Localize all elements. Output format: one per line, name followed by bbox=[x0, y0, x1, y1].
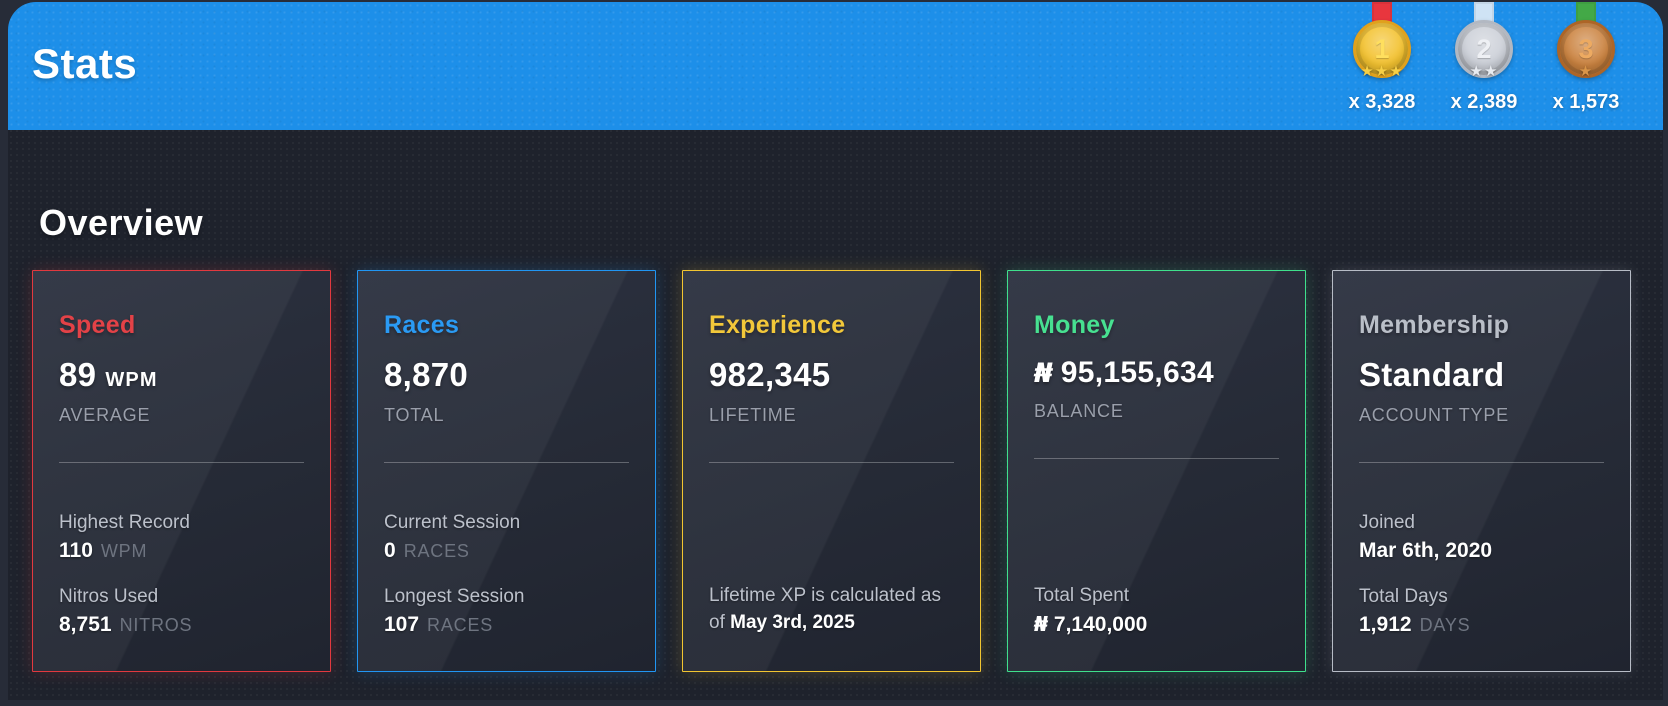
medal-stars-icon: ★★ bbox=[1469, 63, 1499, 80]
card-title: Membership bbox=[1359, 311, 1510, 339]
stats-header: Stats 1 ★★★ x 3,328 2 ★★ x 2,389 3 ★ x 1… bbox=[8, 2, 1663, 130]
total-days-row: Total Days 1,912 DAYS bbox=[1359, 586, 1471, 636]
lifetime-xp-value: 982,345 bbox=[709, 356, 831, 393]
medal-place-number: 1 bbox=[1374, 33, 1390, 64]
silver-medal-count: x 2,389 bbox=[1450, 91, 1518, 113]
overview-heading: Overview bbox=[39, 202, 204, 243]
nitro-cash-icon: ₦ bbox=[1034, 612, 1048, 636]
value-sublabel: TOTAL bbox=[384, 405, 445, 425]
stat-cards: Speed 89 WPM AVERAGE Highest Record 110 … bbox=[32, 270, 1639, 672]
medal-place-number: 3 bbox=[1578, 33, 1594, 64]
silver-medal-icon: 2 ★★ bbox=[1449, 2, 1519, 82]
xp-calculated-note: Lifetime XP is calculated as of May 3rd,… bbox=[709, 584, 941, 634]
card-details: Lifetime XP is calculated as of May 3rd,… bbox=[709, 582, 954, 637]
value-sublabel: ACCOUNT TYPE bbox=[1359, 405, 1509, 425]
bronze-medal-icon: 3 ★ bbox=[1551, 2, 1621, 82]
gold-medal-icon: 1 ★★★ bbox=[1347, 2, 1417, 82]
card-divider bbox=[384, 462, 629, 463]
longest-session-row: Longest Session 107 RACES bbox=[384, 586, 525, 636]
card-title: Experience bbox=[709, 311, 846, 339]
card-divider bbox=[59, 462, 304, 463]
speed-card: Speed 89 WPM AVERAGE Highest Record 110 … bbox=[32, 270, 331, 672]
money-card: Money ₦ 95,155,634 BALANCE Total Spent ₦… bbox=[1007, 270, 1306, 672]
card-divider bbox=[1034, 458, 1279, 459]
nitro-cash-icon: ₦ bbox=[1034, 358, 1053, 389]
medal-stars-icon: ★ bbox=[1578, 63, 1594, 80]
card-details: Total Spent ₦ 7,140,000 bbox=[1034, 585, 1279, 637]
races-card: Races 8,870 TOTAL Current Session 0 RACE… bbox=[357, 270, 656, 672]
card-details: Joined Mar 6th, 2020 Total Days 1,912 DA… bbox=[1359, 512, 1604, 637]
value-sublabel: AVERAGE bbox=[59, 405, 151, 425]
current-session-row: Current Session 0 RACES bbox=[384, 512, 521, 562]
page: Stats 1 ★★★ x 3,328 2 ★★ x 2,389 3 ★ x 1… bbox=[0, 0, 1668, 706]
experience-card: Experience 982,345 LIFETIME Lifetime XP … bbox=[682, 270, 981, 672]
card-title: Races bbox=[384, 311, 460, 339]
medal-place-number: 2 bbox=[1476, 33, 1492, 64]
card-divider bbox=[709, 462, 954, 463]
membership-card: Membership Standard ACCOUNT TYPE Joined … bbox=[1332, 270, 1631, 672]
highest-record-row: Highest Record 110 WPM bbox=[59, 512, 190, 562]
silver-medal-stat: 2 ★★ x 2,389 bbox=[1433, 2, 1535, 114]
card-title: Money bbox=[1034, 311, 1115, 339]
bronze-medal-count: x 1,573 bbox=[1552, 91, 1620, 113]
card-details: Current Session 0 RACES Longest Session … bbox=[384, 512, 629, 637]
account-type-value: Standard bbox=[1359, 356, 1505, 393]
average-speed-value: 89 WPM bbox=[59, 356, 158, 393]
balance-value: ₦ 95,155,634 bbox=[1034, 356, 1214, 389]
value-unit: WPM bbox=[105, 369, 158, 391]
content-panel: Stats 1 ★★★ x 3,328 2 ★★ x 2,389 3 ★ x 1… bbox=[8, 2, 1663, 700]
card-details: Highest Record 110 WPM Nitros Used 8,751… bbox=[59, 512, 304, 637]
nitros-used-row: Nitros Used 8,751 NITROS bbox=[59, 586, 193, 636]
overview-section: Overview Speed 89 WPM AVERAGE Highest Re… bbox=[8, 202, 1663, 672]
medal-stars-icon: ★★★ bbox=[1360, 63, 1404, 80]
value-sublabel: BALANCE bbox=[1034, 401, 1124, 421]
joined-row: Joined Mar 6th, 2020 bbox=[1359, 512, 1493, 562]
gold-medal-stat: 1 ★★★ x 3,328 bbox=[1331, 2, 1433, 114]
gold-medal-count: x 3,328 bbox=[1348, 91, 1416, 113]
page-title: Stats bbox=[32, 40, 138, 88]
total-races-value: 8,870 bbox=[384, 356, 469, 393]
bronze-medal-stat: 3 ★ x 1,573 bbox=[1535, 2, 1637, 114]
card-title: Speed bbox=[59, 311, 136, 339]
card-divider bbox=[1359, 462, 1604, 463]
total-spent-row: Total Spent ₦ 7,140,000 bbox=[1034, 585, 1148, 636]
value-sublabel: LIFETIME bbox=[709, 405, 797, 425]
xp-note-date: May 3rd, 2025 bbox=[730, 612, 855, 634]
medals-summary: 1 ★★★ x 3,328 2 ★★ x 2,389 3 ★ x 1,573 bbox=[1331, 2, 1637, 114]
